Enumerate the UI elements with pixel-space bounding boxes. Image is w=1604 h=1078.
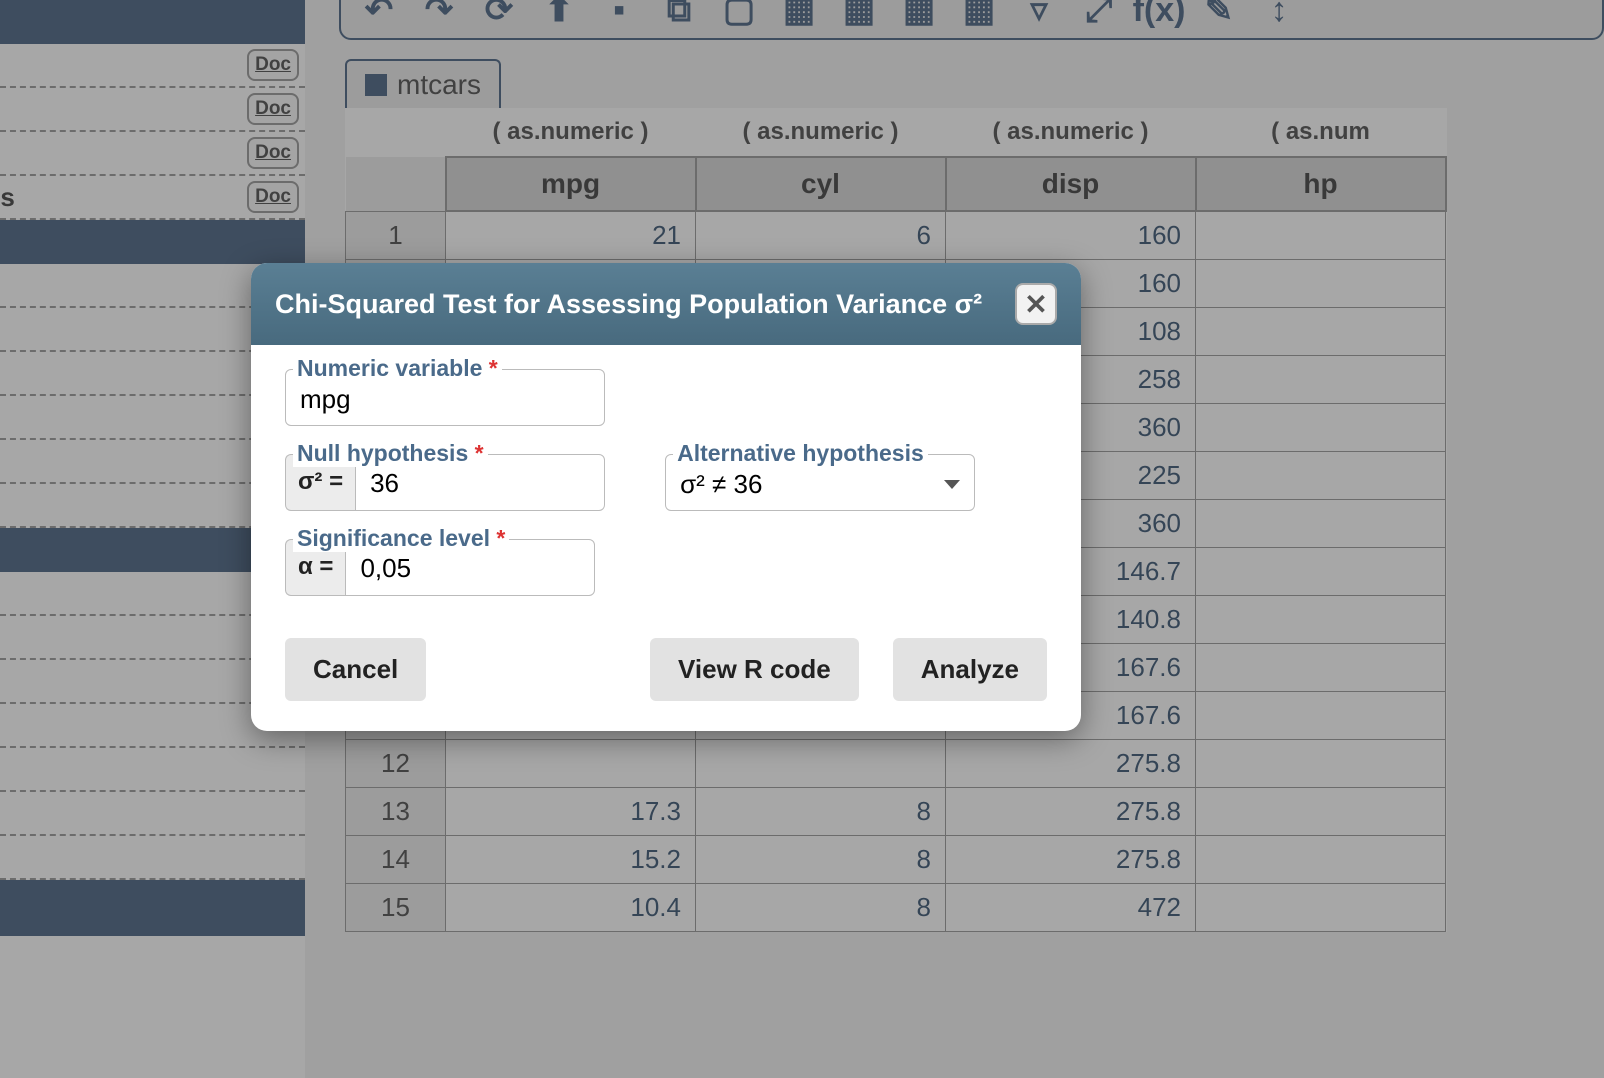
cancel-button[interactable]: Cancel <box>285 638 426 701</box>
chevron-down-icon <box>944 480 960 489</box>
analyze-button[interactable]: Analyze <box>893 638 1047 701</box>
dialog-title: Chi-Squared Test for Assessing Populatio… <box>275 289 982 320</box>
significance-field: Significance level * α = 0,05 <box>285 539 595 596</box>
numeric-variable-field: Numeric variable * mpg <box>285 369 605 426</box>
field-label: Null hypothesis * <box>293 440 488 467</box>
alternative-hypothesis-field: Alternative hypothesis σ² ≠ 36 <box>665 454 975 511</box>
close-button[interactable]: ✕ <box>1015 283 1057 325</box>
field-label: Significance level * <box>293 525 509 552</box>
field-label: Numeric variable * <box>293 355 502 382</box>
dialog-body: Numeric variable * mpg Null hypothesis *… <box>251 345 1081 731</box>
close-icon: ✕ <box>1024 288 1047 321</box>
select-value: σ² ≠ 36 <box>680 469 762 500</box>
field-label: Alternative hypothesis <box>673 440 928 467</box>
dialog-header: Chi-Squared Test for Assessing Populatio… <box>251 263 1081 345</box>
chi-squared-dialog: Chi-Squared Test for Assessing Populatio… <box>251 263 1081 731</box>
view-r-code-button[interactable]: View R code <box>650 638 859 701</box>
null-hypothesis-field: Null hypothesis * σ² = 36 <box>285 454 605 511</box>
